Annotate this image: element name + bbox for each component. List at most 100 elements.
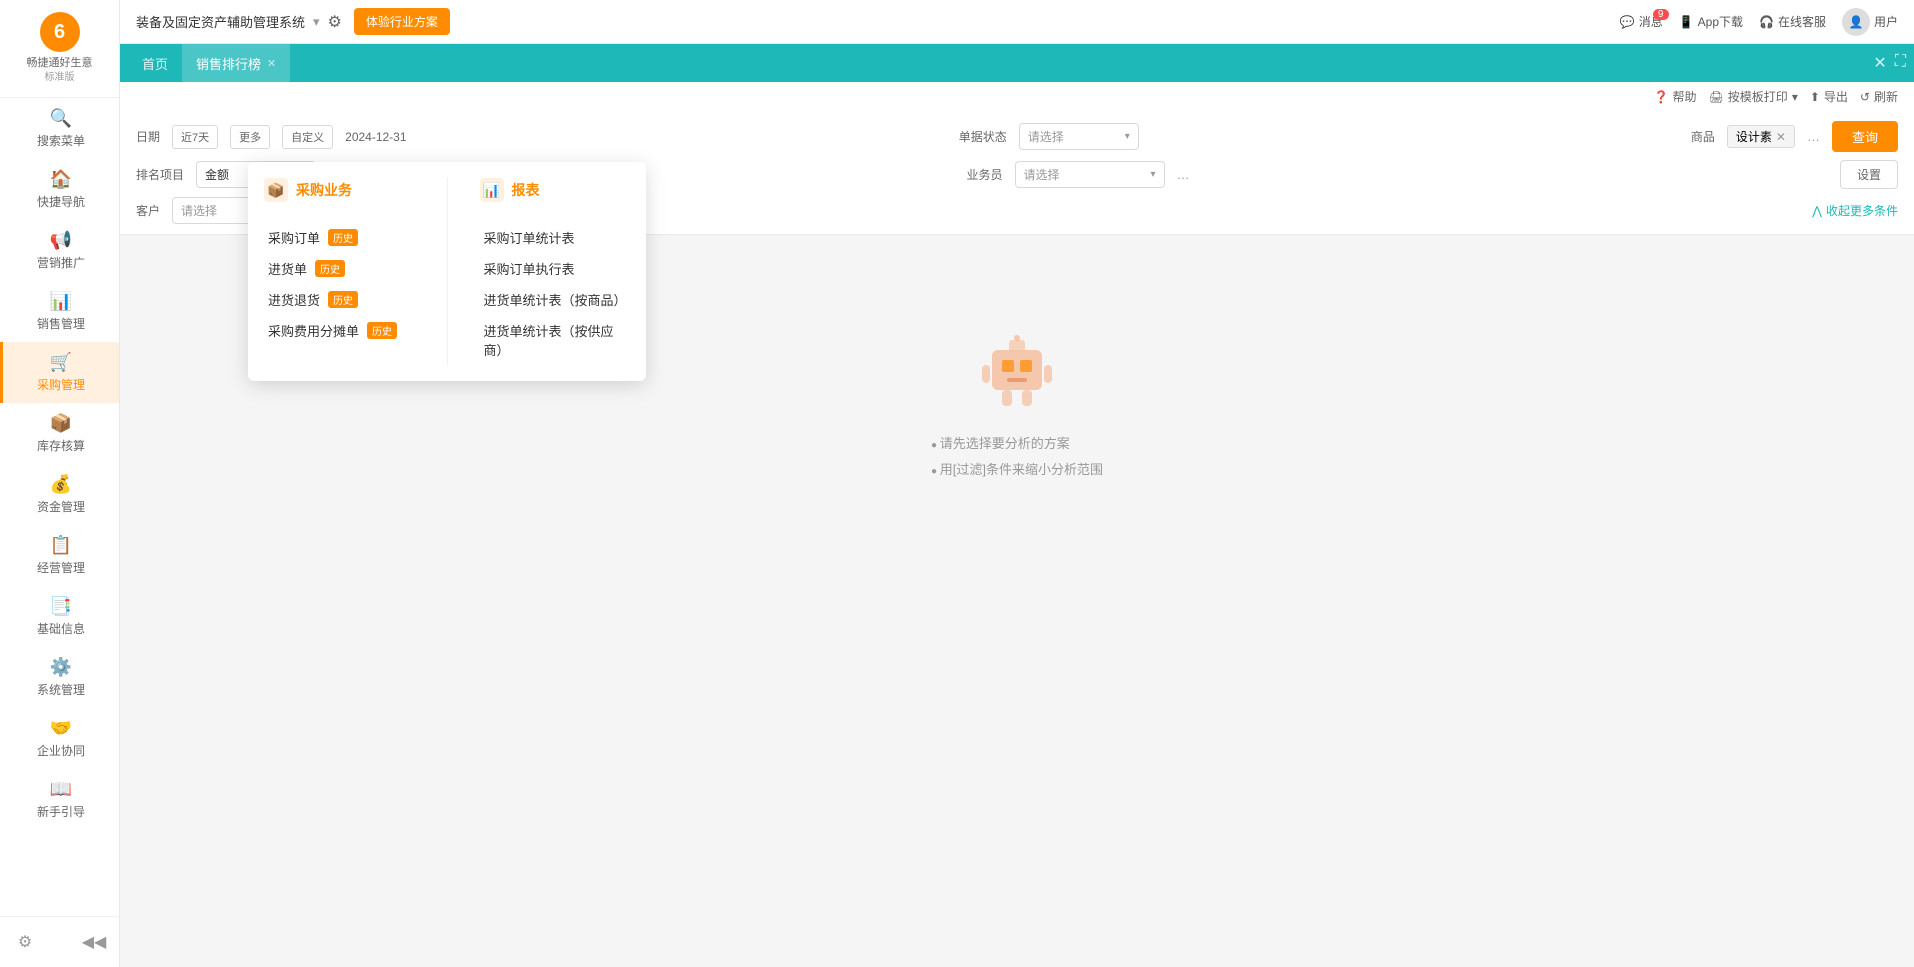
sidebar-item-10[interactable]: 🤝 企业协同 (0, 708, 119, 769)
rank-label: 排名项目 (136, 166, 184, 183)
filter-toolbar: ❓ 帮助 🖨 按模板打印 ▾ ⬆ 导出 ↺ 刷新 (120, 82, 1914, 111)
nav-label-0: 搜索菜单 (37, 132, 85, 149)
help-btn[interactable]: ❓ 帮助 (1654, 88, 1697, 105)
sidebar-item-7[interactable]: 📋经营管理 (0, 525, 119, 586)
nav-icon-2: 📢 (50, 230, 72, 251)
sidebar-item-9[interactable]: ⚙️ 系统管理 (0, 647, 119, 708)
dropdown-divider (447, 178, 448, 365)
sidebar-item-8[interactable]: 📑 基础信息 (0, 586, 119, 647)
dropdown-item-expense[interactable]: 采购费用分摊单 历史 (264, 315, 415, 346)
sidebar-item-6[interactable]: 💰资金管理 (0, 464, 119, 525)
print-dropdown-icon[interactable]: ▾ (1792, 90, 1798, 104)
sidebar-item-4[interactable]: 🛒 采购管理 (0, 342, 119, 403)
app-download-btn[interactable]: 📱 App下载 (1679, 13, 1743, 30)
date-custom-btn[interactable]: 自定义 (282, 125, 333, 149)
goods-tag: 设计素 ✕ (1727, 125, 1795, 148)
topbar: 装备及固定资产辅助管理系统 ▾ ⚙ 体验行业方案 💬 消息 9 📱 App下载 … (120, 0, 1914, 44)
sidebar-item-11[interactable]: 📖 新手引导 (0, 769, 119, 830)
nav-icon-8: 📑 (50, 596, 72, 617)
nav-icon-4: 🛒 (50, 352, 72, 373)
nav-label-10: 企业协同 (37, 742, 85, 759)
collapse-sidebar-icon[interactable]: ◀◀ (79, 927, 109, 957)
nav-label-11: 新手引导 (37, 803, 85, 820)
dropdown-item-return[interactable]: 进货退货 历史 (264, 284, 415, 315)
goods-label: 商品 (1691, 128, 1715, 145)
refresh-icon: ↺ (1860, 90, 1870, 104)
user-btn[interactable]: 👤 用户 (1842, 8, 1898, 36)
tab-close-icon[interactable]: ✕ (267, 57, 276, 70)
sidebar-item-0[interactable]: 🔍搜索菜单 (0, 98, 119, 159)
goods-tag-close[interactable]: ✕ (1776, 130, 1786, 144)
nav-label-8: 基础信息 (37, 620, 85, 637)
dropdown-item-purchase-order[interactable]: 采购订单 历史 (264, 222, 415, 253)
sidebar: 6 畅捷通好生意 标准版 🔍搜索菜单 🏠 快捷导航 📢营销推广 📊 销售管理 🛒 采购管理 📦库… (0, 0, 120, 967)
dropdown-item-report-order-exec[interactable]: 采购订单执行表 (480, 253, 631, 284)
salesperson-ellipsis[interactable]: … (1177, 167, 1190, 182)
nav-label-4: 采购管理 (37, 376, 85, 393)
dropdown-item-report-inbound-goods[interactable]: 进货单统计表（按商品） (480, 284, 631, 315)
system-title: 装备及固定资产辅助管理系统 (136, 12, 305, 31)
empty-hint: 请先选择要分析的方案 用[过滤]条件来缩小分析范围 (931, 431, 1103, 483)
empty-illustration (967, 315, 1067, 415)
nav-icon-1: 🏠 (50, 169, 72, 190)
dropdown-item-inbound[interactable]: 进货单 历史 (264, 253, 415, 284)
logo-icon: 6 (40, 12, 80, 52)
sidebar-logo: 6 畅捷通好生意 标准版 (0, 0, 119, 98)
help-icon: ❓ (1654, 90, 1669, 104)
query-btn[interactable]: 查询 (1832, 121, 1898, 152)
nav-icon-10: 🤝 (50, 718, 72, 739)
tabs-bar: 首页 销售排行榜 ✕ ✕ ⛶ (120, 44, 1914, 82)
industry-btn[interactable]: 体验行业方案 (354, 8, 450, 35)
nav-label-7: 经营管理 (37, 559, 85, 576)
print-btn[interactable]: 🖨 按模板打印 ▾ (1709, 88, 1798, 105)
col1-icon: 📦 (264, 178, 288, 202)
goods-ellipsis[interactable]: … (1807, 129, 1820, 144)
nav-label-9: 系统管理 (37, 681, 85, 698)
export-icon: ⬆ (1810, 90, 1820, 104)
date-7days-btn[interactable]: 近7天 (172, 125, 218, 149)
nav-icon-9: ⚙️ (50, 657, 72, 678)
maximize-tab-icon[interactable]: ⛶ (1895, 53, 1906, 73)
system-dropdown-arrow[interactable]: ▾ (313, 14, 320, 30)
salesperson-select[interactable]: 请选择 ▾ (1015, 161, 1165, 188)
customer-label: 客户 (136, 202, 160, 219)
dropdown-menu: 📦 采购业务 采购订单 历史 进货单 历史 进货退货 历史 (248, 162, 646, 381)
tabs-right-actions: ✕ ⛶ (1873, 53, 1906, 73)
badge-history-3: 历史 (367, 322, 397, 339)
dropdown-item-report-order-stat[interactable]: 采购订单统计表 (480, 222, 631, 253)
nav-label-6: 资金管理 (37, 498, 85, 515)
topbar-settings-icon[interactable]: ⚙ (328, 12, 342, 32)
date-value: 2024-12-31 (345, 130, 406, 144)
col2-header: 📊 报表 (480, 178, 631, 210)
nav-label-1: 快捷导航 (37, 193, 85, 210)
nav-icon-11: 📖 (50, 779, 72, 800)
online-service-btn[interactable]: 🎧 在线客服 (1759, 13, 1826, 30)
nav-icon-3: 📊 (50, 291, 72, 312)
dropdown-item-report-inbound-supplier[interactable]: 进货单统计表（按供应商） (480, 315, 631, 365)
message-btn[interactable]: 💬 消息 9 (1620, 13, 1663, 30)
settings-bottom-icon[interactable]: ⚙ (10, 927, 40, 957)
dropdown-col-purchase: 📦 采购业务 采购订单 历史 进货单 历史 进货退货 历史 (264, 178, 415, 365)
sidebar-item-1[interactable]: 🏠 快捷导航 (0, 159, 119, 220)
date-label: 日期 (136, 128, 160, 145)
sidebar-item-3[interactable]: 📊 销售管理 (0, 281, 119, 342)
sidebar-item-2[interactable]: 📢营销推广 (0, 220, 119, 281)
status-select[interactable]: 请选择 ▾ (1019, 123, 1139, 150)
status-label: 单据状态 (959, 128, 1007, 145)
tab-home[interactable]: 首页 (128, 44, 182, 82)
close-tab-icon[interactable]: ✕ (1873, 53, 1886, 73)
export-btn[interactable]: ⬆ 导出 (1810, 88, 1848, 105)
sidebar-item-5[interactable]: 📦库存核算 (0, 403, 119, 464)
print-icon: 🖨 (1709, 90, 1724, 104)
status-select-arrow: ▾ (1125, 131, 1130, 142)
dropdown-cols: 📦 采购业务 采购订单 历史 进货单 历史 进货退货 历史 (264, 178, 630, 365)
topbar-right: 💬 消息 9 📱 App下载 🎧 在线客服 👤 用户 (1620, 8, 1898, 36)
nav-label-3: 销售管理 (37, 315, 85, 332)
refresh-btn[interactable]: ↺ 刷新 (1860, 88, 1898, 105)
content-area: ❓ 帮助 🖨 按模板打印 ▾ ⬆ 导出 ↺ 刷新 日期 近7天 (120, 82, 1914, 967)
nav-icon-5: 📦 (50, 413, 72, 434)
tab-sales-rank[interactable]: 销售排行榜 ✕ (182, 44, 290, 82)
collapse-btn[interactable]: ⋀ 收起更多条件 (1812, 202, 1898, 219)
set-btn[interactable]: 设置 (1840, 160, 1898, 189)
date-more-btn[interactable]: 更多 (230, 125, 270, 149)
